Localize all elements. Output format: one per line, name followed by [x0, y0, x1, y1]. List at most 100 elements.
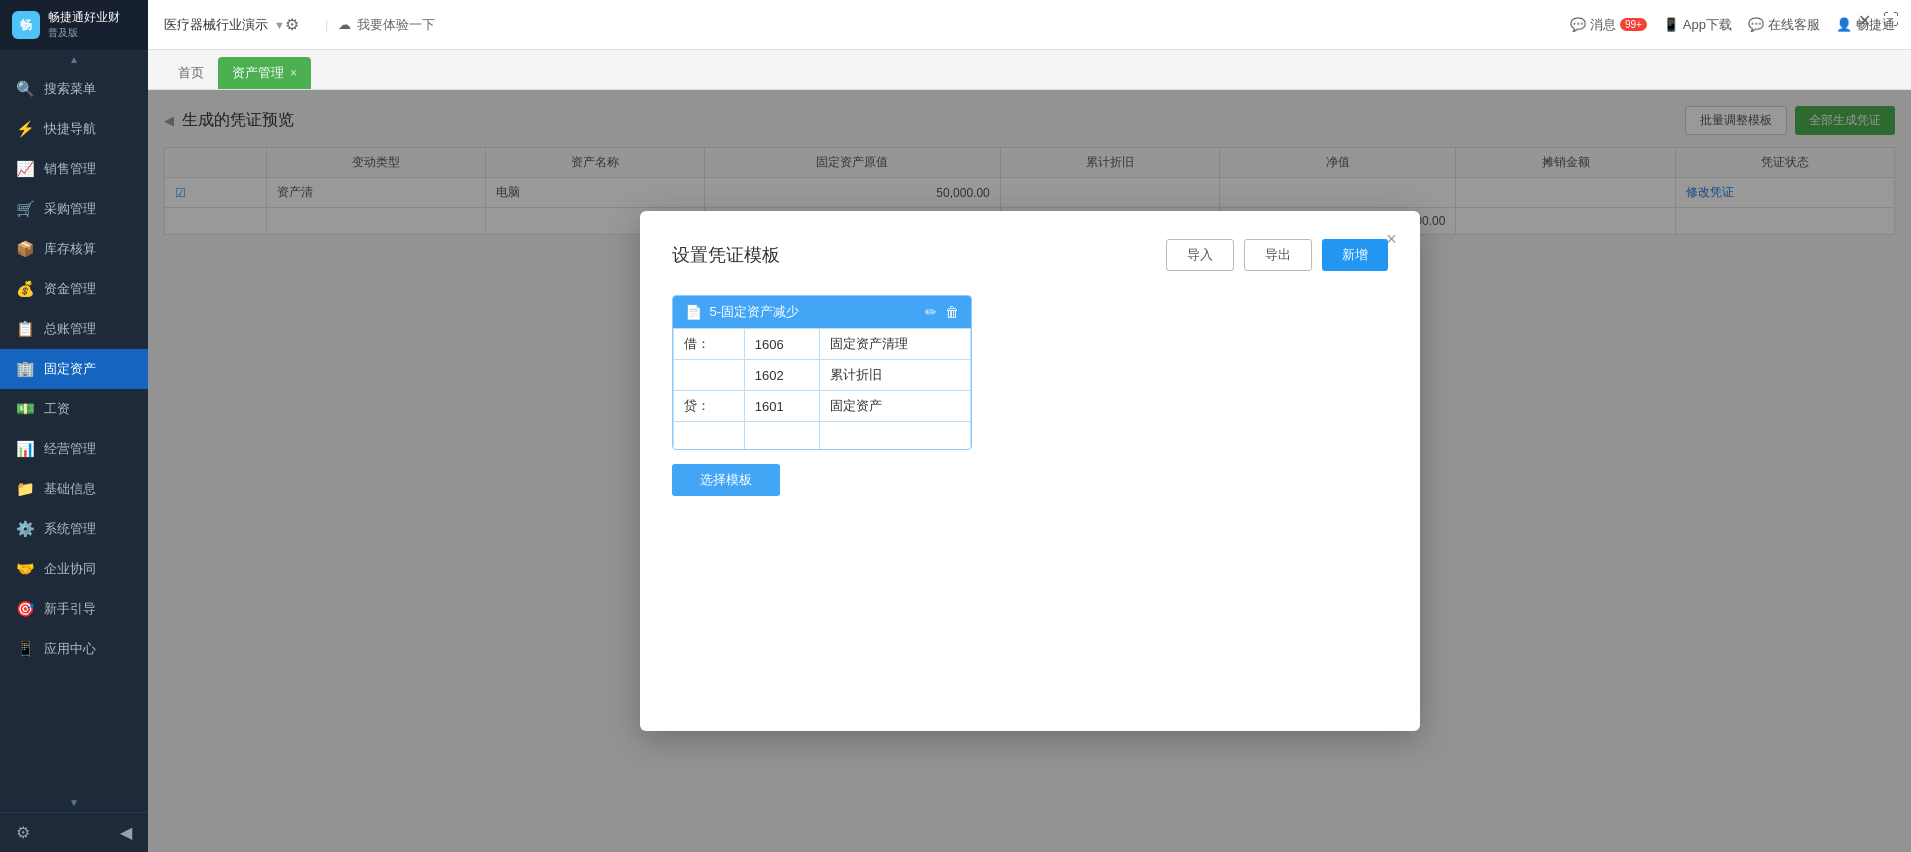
- modal-overlay: × 设置凭证模板 导入 导出 新增 📄: [148, 90, 1911, 852]
- template-entries-table: 借： 1606 固定资产清理 1602 累计折旧: [673, 328, 971, 449]
- sidebar-item-fixed-assets[interactable]: 🏢 固定资产: [0, 349, 148, 389]
- sidebar-item-cooperation[interactable]: 🤝 企业协同: [0, 549, 148, 589]
- main-area: 医疗器械行业演示 ▼ ⚙ | ☁ 我要体验一下 💬 消息 99+ 📱 App下载…: [148, 0, 1911, 852]
- operations-icon: 📊: [16, 440, 34, 458]
- dialog-title: 设置凭证模板: [672, 243, 780, 267]
- sidebar-item-label: 快捷导航: [44, 120, 96, 138]
- message-btn[interactable]: 💬 消息 99+: [1570, 16, 1647, 34]
- win-maximize-btn[interactable]: ⛶: [1883, 11, 1899, 29]
- guide-icon: 🎯: [16, 600, 34, 618]
- new-template-btn[interactable]: 新增: [1322, 239, 1388, 271]
- dialog-actions: 导入 导出 新增: [1166, 239, 1388, 271]
- entry-debit-credit: [673, 360, 744, 391]
- company-name: 医疗器械行业演示: [164, 16, 268, 34]
- sidebar-item-label: 工资: [44, 400, 70, 418]
- entry-empty1: [673, 422, 744, 450]
- template-card-header: 📄 5-固定资产减少 ✏ 🗑: [673, 296, 971, 328]
- app-download-btn[interactable]: 📱 App下载: [1663, 16, 1732, 34]
- sidebar-item-payroll[interactable]: 💵 工资: [0, 389, 148, 429]
- sidebar-item-label: 固定资产: [44, 360, 96, 378]
- ledger-icon: 📋: [16, 320, 34, 338]
- cooperation-icon: 🤝: [16, 560, 34, 578]
- template-icon: 📄: [685, 304, 702, 320]
- scroll-up-icon[interactable]: ▲: [69, 54, 79, 65]
- entry-debit-credit: 借：: [673, 329, 744, 360]
- cloud-icon: ☁: [338, 17, 351, 32]
- online-service-btn[interactable]: 💬 在线客服: [1748, 16, 1820, 34]
- app-name: 畅捷通好业财: [48, 10, 120, 26]
- entry-empty2: [744, 422, 820, 450]
- sidebar-item-basics[interactable]: 📁 基础信息: [0, 469, 148, 509]
- template-row-empty: [673, 422, 970, 450]
- sidebar-item-label: 采购管理: [44, 200, 96, 218]
- sidebar-item-label: 应用中心: [44, 640, 96, 658]
- app-version: 普及版: [48, 26, 120, 40]
- basics-icon: 📁: [16, 480, 34, 498]
- app-logo-icon: 畅: [12, 11, 40, 39]
- tab-close-icon[interactable]: ×: [290, 66, 297, 80]
- scroll-down-icon[interactable]: ▼: [69, 797, 79, 808]
- sidebar-item-app-center[interactable]: 📱 应用中心: [0, 629, 148, 669]
- sidebar-item-search[interactable]: 🔍 搜索菜单: [0, 69, 148, 109]
- sidebar-item-label: 搜索菜单: [44, 80, 96, 98]
- quick-nav-icon: ⚡: [16, 120, 34, 138]
- dialog-close-btn[interactable]: ×: [1380, 227, 1404, 251]
- sidebar-item-operations[interactable]: 📊 经营管理: [0, 429, 148, 469]
- export-btn[interactable]: 导出: [1244, 239, 1312, 271]
- sidebar-item-capital[interactable]: 💰 资金管理: [0, 269, 148, 309]
- sidebar-item-label: 新手引导: [44, 600, 96, 618]
- sidebar-item-inventory[interactable]: 📦 库存核算: [0, 229, 148, 269]
- sidebar-item-label: 库存核算: [44, 240, 96, 258]
- company-dropdown-icon: ▼: [274, 19, 285, 31]
- message-label: 消息: [1590, 16, 1616, 34]
- service-label: 在线客服: [1768, 16, 1820, 34]
- sidebar: 畅 畅捷通好业财 普及版 ▲ 🔍 搜索菜单 ⚡ 快捷导航 📈 销售管理 🛒 采购…: [0, 0, 148, 852]
- app-download-icon: 📱: [1663, 17, 1679, 32]
- tab-asset-mgmt[interactable]: 资产管理 ×: [218, 57, 311, 89]
- experience-btn[interactable]: ☁ 我要体验一下: [338, 16, 435, 34]
- entry-account: 固定资产清理: [820, 329, 970, 360]
- tab-home[interactable]: 首页: [164, 57, 218, 89]
- message-badge: 99+: [1620, 18, 1647, 31]
- topbar-settings-icon[interactable]: ⚙: [285, 15, 299, 34]
- sidebar-item-ledger[interactable]: 📋 总账管理: [0, 309, 148, 349]
- sidebar-item-guide[interactable]: 🎯 新手引导: [0, 589, 148, 629]
- sidebar-item-label: 系统管理: [44, 520, 96, 538]
- sidebar-item-purchase[interactable]: 🛒 采购管理: [0, 189, 148, 229]
- service-icon: 💬: [1748, 17, 1764, 32]
- sidebar-item-sales[interactable]: 📈 销售管理: [0, 149, 148, 189]
- sidebar-item-quick-nav[interactable]: ⚡ 快捷导航: [0, 109, 148, 149]
- inventory-icon: 📦: [16, 240, 34, 258]
- template-row: 贷： 1601 固定资产: [673, 391, 970, 422]
- tab-asset-mgmt-label: 资产管理: [232, 64, 284, 82]
- sidebar-nav: 🔍 搜索菜单 ⚡ 快捷导航 📈 销售管理 🛒 采购管理 📦 库存核算 💰 资金管…: [0, 69, 148, 793]
- topbar: 医疗器械行业演示 ▼ ⚙ | ☁ 我要体验一下 💬 消息 99+ 📱 App下载…: [148, 0, 1911, 50]
- settings-bottom-icon[interactable]: ⚙: [16, 823, 30, 842]
- company-selector[interactable]: 医疗器械行业演示 ▼: [164, 16, 285, 34]
- collapse-sidebar-icon[interactable]: ◀: [120, 823, 132, 842]
- entry-code: 1602: [744, 360, 820, 391]
- entry-code: 1606: [744, 329, 820, 360]
- app-download-label: App下载: [1683, 16, 1732, 34]
- import-btn[interactable]: 导入: [1166, 239, 1234, 271]
- win-close-btn[interactable]: ✕: [1858, 11, 1871, 30]
- home-tab-label: 首页: [178, 64, 204, 82]
- template-row: 借： 1606 固定资产清理: [673, 329, 970, 360]
- select-template-btn[interactable]: 选择模板: [672, 464, 780, 496]
- sidebar-item-label: 基础信息: [44, 480, 96, 498]
- search-icon: 🔍: [16, 80, 34, 98]
- tabbar: 首页 资产管理 × ✕ ⛶: [148, 50, 1911, 90]
- sidebar-item-label: 资金管理: [44, 280, 96, 298]
- capital-icon: 💰: [16, 280, 34, 298]
- template-delete-btn[interactable]: 🗑: [945, 304, 959, 320]
- entry-account: 固定资产: [820, 391, 970, 422]
- template-edit-btn[interactable]: ✏: [925, 304, 937, 320]
- template-card: 📄 5-固定资产减少 ✏ 🗑: [672, 295, 972, 450]
- template-card-actions: ✏ 🗑: [925, 304, 959, 320]
- sidebar-logo: 畅 畅捷通好业财 普及版: [0, 0, 148, 50]
- set-template-dialog: × 设置凭证模板 导入 导出 新增 📄: [640, 211, 1420, 731]
- topbar-divider: |: [325, 17, 328, 32]
- template-list-area: 📄 5-固定资产减少 ✏ 🗑: [672, 295, 1388, 703]
- sidebar-item-system[interactable]: ⚙️ 系统管理: [0, 509, 148, 549]
- entry-account: 累计折旧: [820, 360, 970, 391]
